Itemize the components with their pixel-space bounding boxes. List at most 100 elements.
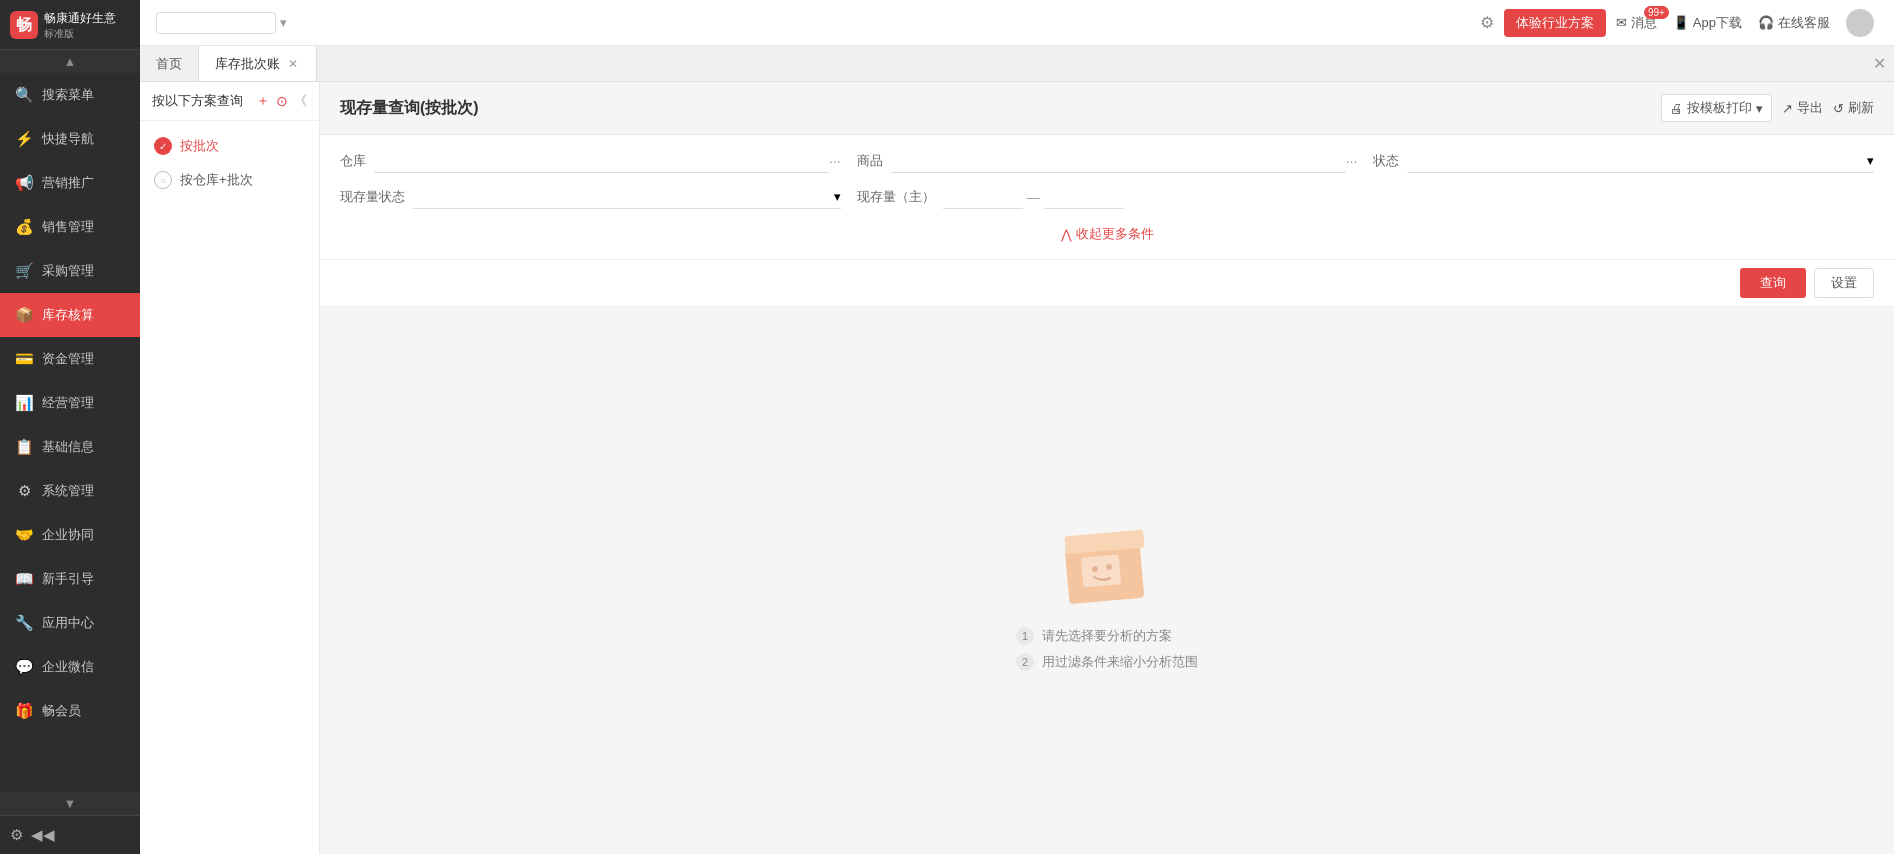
status-field: 状态 ▾ [1373, 149, 1874, 173]
product-more-icon[interactable]: ··· [1346, 153, 1358, 169]
tab-close-icon[interactable]: ✕ [286, 57, 300, 71]
user-avatar-area[interactable] [1846, 9, 1878, 37]
status-select[interactable]: ▾ [1407, 149, 1874, 173]
add-schema-icon[interactable]: ＋ [256, 92, 270, 110]
stock-amount-to[interactable] [1044, 185, 1124, 209]
page-header-actions: 🖨 按模板打印 ▾ ↗ 导出 ↺ 刷新 [1661, 94, 1874, 122]
collapse-sidebar-icon[interactable]: ◀◀ [31, 826, 55, 844]
sidebar-scroll-down[interactable]: ▼ [0, 792, 140, 815]
brand-logo: 畅 [10, 11, 38, 39]
sidebar-item-member[interactable]: 🎁 畅会员 [0, 689, 140, 733]
schema-active-icon: ✓ [154, 137, 172, 155]
stock-amount-from[interactable] [943, 185, 1023, 209]
filter-row-2: 现存量状态 ▾ 现存量（主） — [340, 185, 1874, 209]
sidebar-footer: ⚙ ◀◀ [0, 815, 140, 854]
sidebar-item-operation[interactable]: 📊 经营管理 [0, 381, 140, 425]
online-service-link[interactable]: 🎧 在线客服 [1758, 14, 1830, 32]
schema-item-warehouse-batch[interactable]: ○ 按仓库+批次 [140, 163, 319, 197]
schema-item-batch[interactable]: ✓ 按批次 [140, 129, 319, 163]
warehouse-field: 仓库 ··· [340, 149, 841, 173]
refresh-icon: ↺ [1833, 101, 1844, 116]
warehouse-more-icon[interactable]: ··· [829, 153, 841, 169]
warehouse-input[interactable] [374, 149, 829, 173]
sidebar-item-apps[interactable]: 🔧 应用中心 [0, 601, 140, 645]
service-icon: 🎧 [1758, 15, 1774, 30]
sidebar-item-quicknav[interactable]: ⚡ 快捷导航 [0, 117, 140, 161]
settings-button[interactable]: 设置 [1814, 268, 1874, 298]
export-button[interactable]: ↗ 导出 [1782, 99, 1823, 117]
status-dropdown-icon: ▾ [1867, 153, 1874, 168]
schema-settings-icon[interactable]: ⊙ [276, 93, 288, 109]
settings-footer-icon[interactable]: ⚙ [10, 826, 23, 844]
schema-item-label: 按批次 [180, 137, 219, 155]
tip-num-2: 2 [1016, 653, 1034, 671]
system-icon: ⚙ [14, 481, 34, 501]
online-service-label: 在线客服 [1778, 14, 1830, 32]
sidebar-scroll-up[interactable]: ▲ [0, 50, 140, 73]
sidebar-item-guide[interactable]: 📖 新手引导 [0, 557, 140, 601]
left-panel-header: 按以下方案查询 ＋ ⊙ 《 [140, 82, 319, 121]
sidebar-nav: 🔍 搜索菜单 ⚡ 快捷导航 📢 营销推广 💰 销售管理 🛒 采购管理 📦 库存核… [0, 73, 140, 792]
tab-inventory-batch[interactable]: 库存批次账 ✕ [199, 46, 317, 81]
marketing-icon: 📢 [14, 173, 34, 193]
export-icon: ↗ [1782, 101, 1793, 116]
app-download-label: App下载 [1693, 14, 1742, 32]
sidebar-item-search[interactable]: 🔍 搜索菜单 [0, 73, 140, 117]
guide-icon: 📖 [14, 569, 34, 589]
brand-name: 畅康通好生意 [44, 10, 116, 27]
stock-status-field: 现存量状态 ▾ [340, 185, 841, 209]
sidebar-item-sales[interactable]: 💰 销售管理 [0, 205, 140, 249]
topbar-settings-icon[interactable]: ⚙ [1480, 13, 1494, 32]
apps-icon: 🔧 [14, 613, 34, 633]
sidebar-item-purchase[interactable]: 🛒 采购管理 [0, 249, 140, 293]
product-input[interactable] [891, 149, 1346, 173]
collapse-filter-row[interactable]: ⋀ 收起更多条件 [340, 221, 1874, 245]
sidebar-item-basic[interactable]: 📋 基础信息 [0, 425, 140, 469]
left-panel-tools: ＋ ⊙ 《 [256, 92, 307, 110]
filter-row-1: 仓库 ··· 商品 ··· 状态 ▾ [340, 149, 1874, 173]
page-title: 现存量查询(按批次) [340, 98, 479, 119]
stock-status-select[interactable]: ▾ [413, 185, 841, 209]
svg-point-4 [1106, 564, 1112, 570]
topbar-right: ✉ 消息 99+ 📱 App下载 🎧 在线客服 [1616, 9, 1878, 37]
member-icon: 🎁 [14, 701, 34, 721]
sidebar-item-label: 基础信息 [42, 438, 94, 456]
collapse-label: 收起更多条件 [1076, 225, 1154, 243]
empty-illustration [1047, 491, 1167, 611]
refresh-button[interactable]: ↺ 刷新 [1833, 99, 1874, 117]
sidebar-item-wechat[interactable]: 💬 企业微信 [0, 645, 140, 689]
sidebar-item-label: 库存核算 [42, 306, 94, 324]
purchase-icon: 🛒 [14, 261, 34, 281]
query-button[interactable]: 查询 [1740, 268, 1806, 298]
left-panel: 按以下方案查询 ＋ ⊙ 《 ✓ 按批次 ○ 按仓库+批次 [140, 82, 320, 854]
tabbar: 首页 库存批次账 ✕ ✕ [140, 46, 1894, 82]
close-all-tabs[interactable]: ✕ [1873, 54, 1886, 73]
right-panel: 现存量查询(按批次) 🖨 按模板打印 ▾ ↗ 导出 ↺ 刷新 [320, 82, 1894, 854]
sidebar-item-label: 采购管理 [42, 262, 94, 280]
breadcrumb-dropdown-icon[interactable]: ▾ [280, 15, 287, 30]
page-body: 按以下方案查询 ＋ ⊙ 《 ✓ 按批次 ○ 按仓库+批次 [140, 82, 1894, 854]
sidebar-item-finance[interactable]: 💳 资金管理 [0, 337, 140, 381]
collapse-left-panel-icon[interactable]: 《 [294, 92, 307, 110]
app-icon: 📱 [1673, 15, 1689, 30]
filter-area: 仓库 ··· 商品 ··· 状态 ▾ [320, 135, 1894, 260]
empty-tip-2: 2 用过滤条件来缩小分析范围 [1016, 653, 1198, 671]
print-icon: 🖨 [1670, 101, 1683, 116]
sidebar-item-inventory[interactable]: 📦 库存核算 [0, 293, 140, 337]
messages-badge[interactable]: ✉ 消息 99+ [1616, 14, 1657, 32]
schema-item-label: 按仓库+批次 [180, 171, 253, 189]
sidebar-item-system[interactable]: ⚙ 系统管理 [0, 469, 140, 513]
tab-home[interactable]: 首页 [140, 46, 199, 81]
sidebar-item-collab[interactable]: 🤝 企业协同 [0, 513, 140, 557]
refresh-label: 刷新 [1848, 99, 1874, 117]
print-template-button[interactable]: 🖨 按模板打印 ▾ [1661, 94, 1772, 122]
messages-count: 99+ [1644, 6, 1669, 19]
sidebar-item-label: 销售管理 [42, 218, 94, 236]
app-download-link[interactable]: 📱 App下载 [1673, 14, 1742, 32]
breadcrumb-input[interactable] [156, 12, 276, 34]
collab-icon: 🤝 [14, 525, 34, 545]
sidebar-item-marketing[interactable]: 📢 营销推广 [0, 161, 140, 205]
empty-tip-1: 1 请先选择要分析的方案 [1016, 627, 1198, 645]
sidebar-header: 畅 畅康通好生意 标准版 [0, 0, 140, 50]
trial-button[interactable]: 体验行业方案 [1504, 9, 1606, 37]
